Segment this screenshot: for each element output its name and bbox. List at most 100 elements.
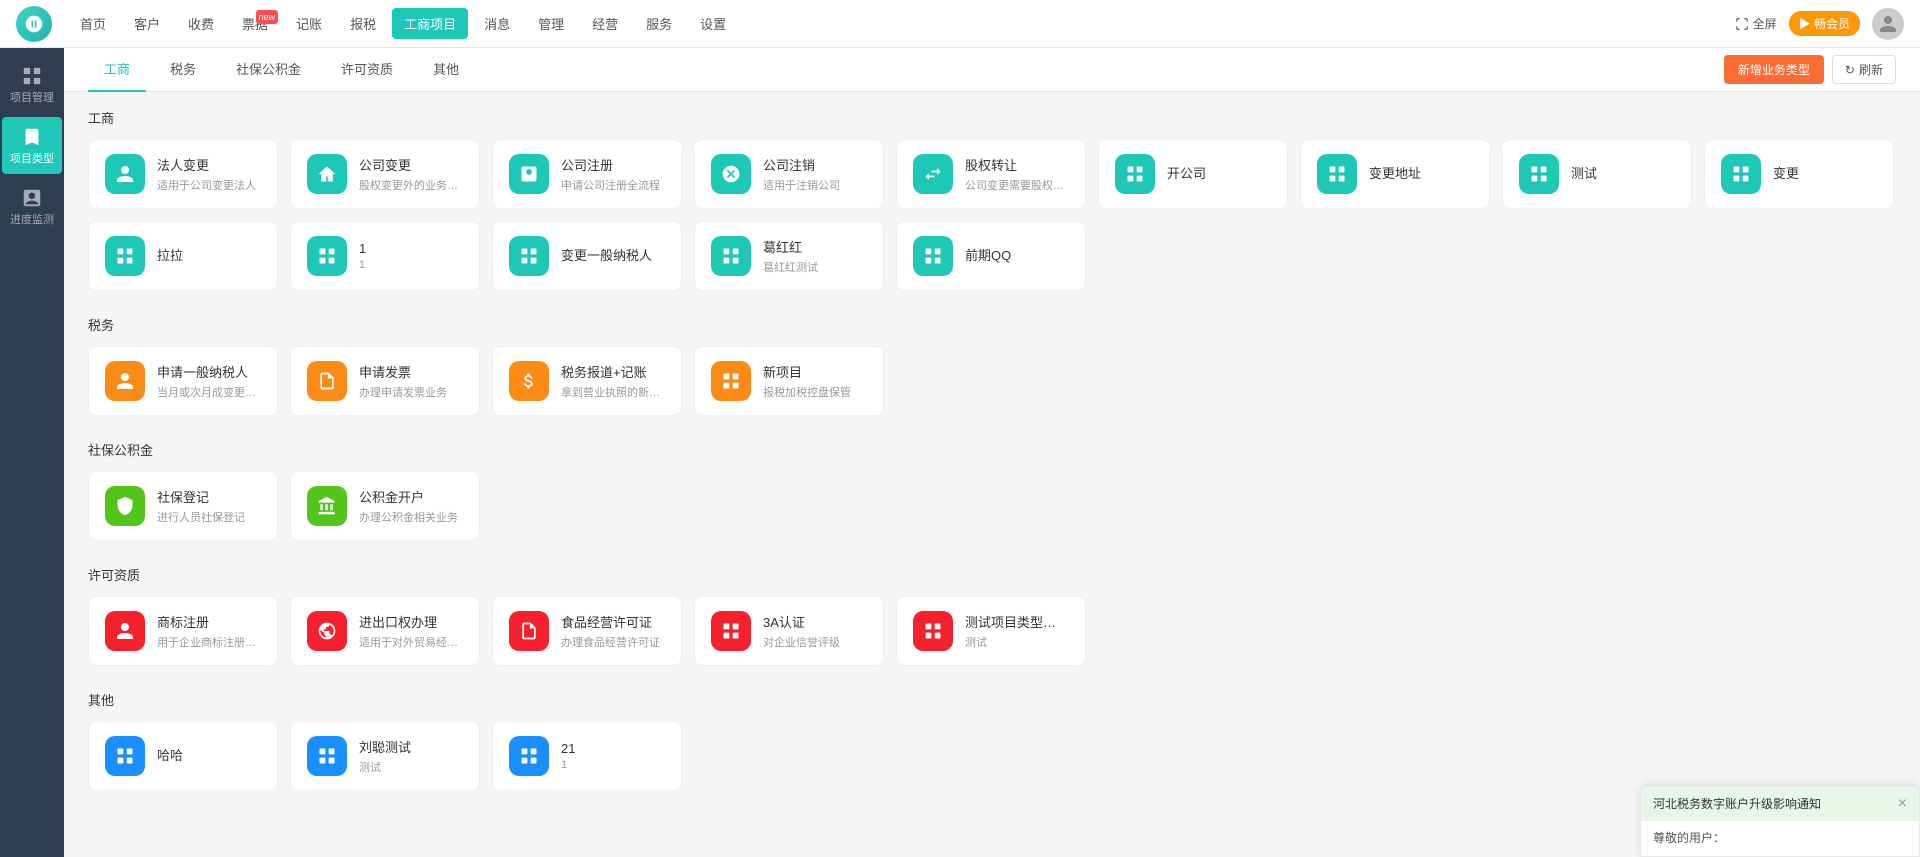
card-0-4[interactable]: 股权转让公司变更需要股权转让 bbox=[896, 139, 1086, 209]
refresh-icon: ↻ bbox=[1845, 63, 1855, 77]
refresh-button[interactable]: ↻ 刷新 bbox=[1832, 55, 1896, 84]
card-info-3-2: 食品经营许可证办理食品经营许可证 bbox=[561, 612, 665, 650]
card-info-4-0: 哈哈 bbox=[157, 745, 261, 767]
nav-item-2[interactable]: 收费 bbox=[176, 8, 226, 39]
card-icon-0-3 bbox=[711, 154, 751, 194]
notification-header: 河北税务数字账户升级影响通知 × bbox=[1641, 787, 1919, 821]
sidebar-item-项目管理[interactable]: 项目管理 bbox=[2, 56, 62, 113]
card-0-8[interactable]: 变更 bbox=[1704, 139, 1894, 209]
card-3-3[interactable]: 3A认证对企业信誉评级 bbox=[694, 596, 884, 666]
card-0-6[interactable]: 变更地址 bbox=[1300, 139, 1490, 209]
card-title-1-1: 申请发票 bbox=[359, 362, 463, 381]
logo[interactable] bbox=[16, 6, 52, 42]
card-title-3-2: 食品经营许可证 bbox=[561, 612, 665, 631]
sidebar-item-进度监测[interactable]: 进度监测 bbox=[2, 178, 62, 235]
card-0-2[interactable]: 公司注册申请公司注册全流程 bbox=[492, 139, 682, 209]
card-info-0-9: 拉拉 bbox=[157, 245, 261, 267]
nav-item-10[interactable]: 服务 bbox=[634, 8, 684, 39]
notification-title: 河北税务数字账户升级影响通知 bbox=[1653, 795, 1821, 812]
card-title-1-3: 新项目 bbox=[763, 362, 867, 381]
card-0-9[interactable]: 拉拉 bbox=[88, 221, 278, 291]
card-0-3[interactable]: 公司注销适用于注销公司 bbox=[694, 139, 884, 209]
card-title-0-1: 公司变更 bbox=[359, 155, 463, 174]
nav-item-5[interactable]: 报税 bbox=[338, 8, 388, 39]
nav-item-1[interactable]: 客户 bbox=[122, 8, 172, 39]
notification-close-button[interactable]: × bbox=[1898, 795, 1907, 813]
nav-item-3[interactable]: 票据new bbox=[230, 8, 280, 39]
card-desc-3-0: 用于企业商标注册服务 bbox=[157, 634, 261, 650]
nav-item-11[interactable]: 设置 bbox=[688, 8, 738, 39]
section-title-2: 社保公积金 bbox=[88, 440, 1896, 459]
card-3-2[interactable]: 食品经营许可证办理食品经营许可证 bbox=[492, 596, 682, 666]
card-0-0[interactable]: 法人变更适用于公司变更法人 bbox=[88, 139, 278, 209]
card-2-0[interactable]: 社保登记进行人员社保登记 bbox=[88, 471, 278, 541]
card-info-4-1: 刘聪测试测试 bbox=[359, 737, 463, 775]
nav-item-4[interactable]: 记账 bbox=[284, 8, 334, 39]
main-content: 工商税务社保公积金许可资质其他 新增业务类型 ↻ 刷新 工商法人变更适用于公司变… bbox=[64, 48, 1920, 857]
nav-item-9[interactable]: 经营 bbox=[580, 8, 630, 39]
subtabs: 工商税务社保公积金许可资质其他 新增业务类型 ↻ 刷新 bbox=[64, 48, 1920, 92]
add-type-button[interactable]: 新增业务类型 bbox=[1724, 55, 1824, 84]
card-desc-0-0: 适用于公司变更法人 bbox=[157, 177, 261, 193]
card-1-0[interactable]: 申请一般纳税人当月或次月成变更完成 bbox=[88, 346, 278, 416]
cards-grid-4: 哈哈 刘聪测试测试 211 bbox=[88, 721, 1896, 791]
card-info-0-3: 公司注销适用于注销公司 bbox=[763, 155, 867, 193]
card-title-0-6: 变更地址 bbox=[1369, 163, 1473, 182]
card-2-1[interactable]: 公积金开户办理公积金相关业务 bbox=[290, 471, 480, 541]
card-1-3[interactable]: 新项目报税加税控盘保管 bbox=[694, 346, 884, 416]
nav-item-8[interactable]: 管理 bbox=[526, 8, 576, 39]
card-desc-0-10: 1 bbox=[359, 259, 463, 271]
card-icon-0-10 bbox=[307, 236, 347, 276]
subtab-社保公积金[interactable]: 社保公积金 bbox=[220, 48, 317, 92]
card-0-7[interactable]: 测试 bbox=[1502, 139, 1692, 209]
fullscreen-label: 全屏 bbox=[1753, 15, 1777, 32]
card-info-1-3: 新项目报税加税控盘保管 bbox=[763, 362, 867, 400]
section-title-1: 税务 bbox=[88, 315, 1896, 334]
card-info-0-7: 测试 bbox=[1571, 163, 1675, 185]
section-工商: 工商法人变更适用于公司变更法人公司变更股权变更外的业务变更公司注册申请公司注册全… bbox=[88, 108, 1896, 291]
subtab-其他[interactable]: 其他 bbox=[417, 48, 475, 92]
card-0-1[interactable]: 公司变更股权变更外的业务变更 bbox=[290, 139, 480, 209]
nav-item-7[interactable]: 消息 bbox=[472, 8, 522, 39]
card-3-0[interactable]: 商标注册用于企业商标注册服务 bbox=[88, 596, 278, 666]
card-desc-1-3: 报税加税控盘保管 bbox=[763, 384, 867, 400]
card-4-2[interactable]: 211 bbox=[492, 721, 682, 791]
card-icon-0-8 bbox=[1721, 154, 1761, 194]
vip-button[interactable]: ▶ 畅会员 bbox=[1789, 11, 1860, 36]
card-0-11[interactable]: 变更一般纳税人 bbox=[492, 221, 682, 291]
card-icon-0-11 bbox=[509, 236, 549, 276]
fullscreen-button[interactable]: 全屏 bbox=[1735, 15, 1777, 32]
subtab-税务[interactable]: 税务 bbox=[154, 48, 212, 92]
subtab-list: 工商税务社保公积金许可资质其他 bbox=[88, 48, 483, 92]
card-info-0-12: 葛红红葛红红测试 bbox=[763, 237, 867, 275]
card-desc-0-4: 公司变更需要股权转让 bbox=[965, 177, 1069, 193]
card-3-1[interactable]: 进出口权办理适用于对外贸易经营者 bbox=[290, 596, 480, 666]
card-0-13[interactable]: 前期QQ bbox=[896, 221, 1086, 291]
card-icon-0-5 bbox=[1115, 154, 1155, 194]
vip-icon: ▶ bbox=[1799, 17, 1811, 31]
card-1-1[interactable]: 申请发票办理申请发票业务 bbox=[290, 346, 480, 416]
card-desc-1-0: 当月或次月成变更完成 bbox=[157, 384, 261, 400]
card-0-5[interactable]: 开公司 bbox=[1098, 139, 1288, 209]
user-avatar[interactable] bbox=[1872, 8, 1904, 40]
card-4-0[interactable]: 哈哈 bbox=[88, 721, 278, 791]
card-title-0-12: 葛红红 bbox=[763, 237, 867, 256]
card-1-2[interactable]: 税务报道+记账拿到营业执照的新公司 bbox=[492, 346, 682, 416]
top-navigation: 首页客户收费票据new记账报税工商项目消息管理经营服务设置 全屏 ▶ 畅会员 bbox=[0, 0, 1920, 48]
card-info-2-1: 公积金开户办理公积金相关业务 bbox=[359, 487, 463, 525]
subtab-工商[interactable]: 工商 bbox=[88, 48, 146, 92]
card-0-10[interactable]: 11 bbox=[290, 221, 480, 291]
card-0-12[interactable]: 葛红红葛红红测试 bbox=[694, 221, 884, 291]
subtab-许可资质[interactable]: 许可资质 bbox=[325, 48, 409, 92]
card-4-1[interactable]: 刘聪测试测试 bbox=[290, 721, 480, 791]
card-desc-1-2: 拿到营业执照的新公司 bbox=[561, 384, 665, 400]
nav-item-0[interactable]: 首页 bbox=[68, 8, 118, 39]
nav-item-6[interactable]: 工商项目 bbox=[392, 8, 468, 39]
card-3-4[interactable]: 测试项目类型目定义测试 bbox=[896, 596, 1086, 666]
card-icon-4-0 bbox=[105, 736, 145, 776]
section-税务: 税务申请一般纳税人当月或次月成变更完成申请发票办理申请发票业务税务报道+记账拿到… bbox=[88, 315, 1896, 416]
refresh-label: 刷新 bbox=[1859, 61, 1883, 78]
card-icon-0-13 bbox=[913, 236, 953, 276]
card-desc-3-4: 测试 bbox=[965, 634, 1069, 650]
sidebar-item-项目类型[interactable]: 项目类型 bbox=[2, 117, 62, 174]
